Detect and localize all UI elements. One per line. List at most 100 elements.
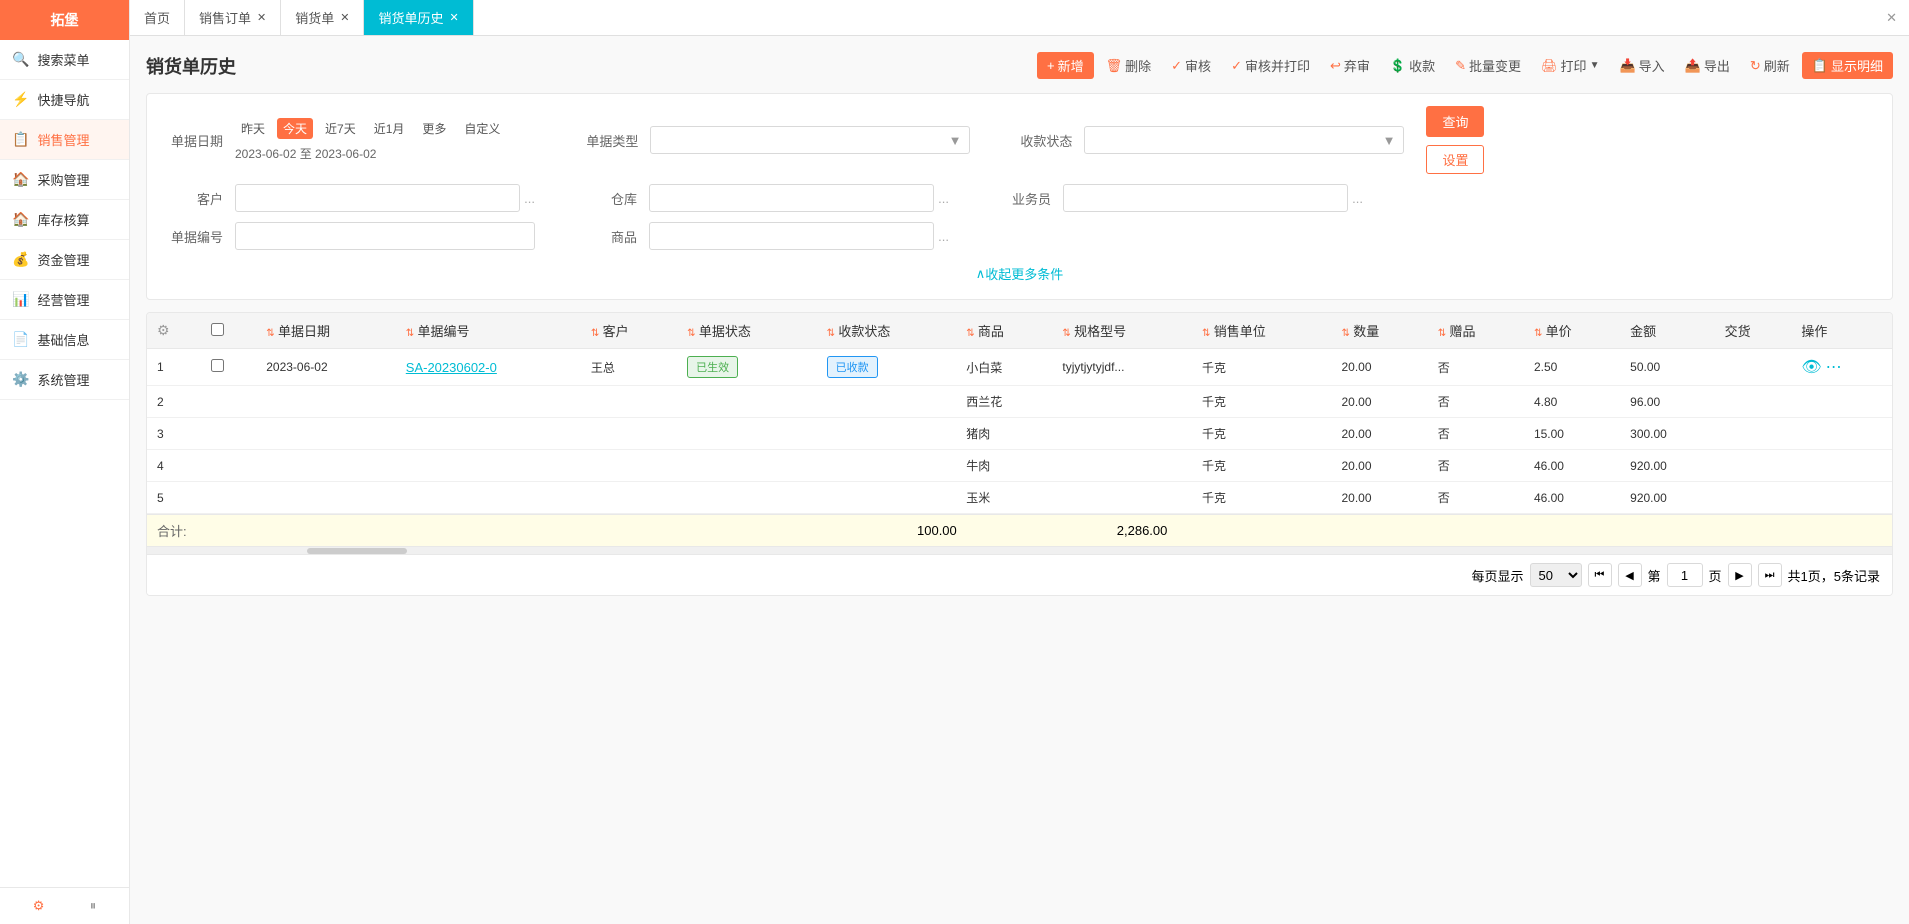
col-action: 操作 bbox=[1791, 313, 1892, 349]
doc-no-input[interactable] bbox=[235, 222, 535, 250]
next-page-btn[interactable]: ▶ bbox=[1728, 563, 1752, 587]
doc-type-select[interactable]: ▼ bbox=[650, 126, 970, 154]
abandon-button[interactable]: ↩ 弃审 bbox=[1322, 52, 1378, 79]
doc-no-label: 单据编号 bbox=[163, 227, 223, 246]
tab-home[interactable]: 首页 bbox=[130, 0, 185, 35]
shortcut-yesterday[interactable]: 昨天 bbox=[235, 118, 271, 139]
col-goods[interactable]: ⇅ 商品 bbox=[956, 313, 1052, 349]
setting-button[interactable]: 设置 bbox=[1426, 145, 1484, 174]
col-qty[interactable]: ⇅ 数量 bbox=[1332, 313, 1428, 349]
collect-status-badge: 已收款 bbox=[827, 356, 878, 378]
sidebar-item-operations[interactable]: 📊 经营管理 bbox=[0, 280, 129, 320]
col-date[interactable]: ⇅ 单据日期 bbox=[256, 313, 396, 349]
col-gear: ⚙ bbox=[147, 313, 201, 349]
cell-collect-status bbox=[817, 386, 957, 418]
delete-icon: 🗑 bbox=[1106, 58, 1123, 74]
edit-action[interactable]: ⋯ bbox=[1826, 357, 1842, 377]
import-button[interactable]: 📥 导入 bbox=[1611, 52, 1672, 79]
col-price[interactable]: ⇅ 单价 bbox=[1524, 313, 1620, 349]
sidebar-item-inventory[interactable]: 🏠 库存核算 bbox=[0, 200, 129, 240]
batch-change-button[interactable]: ✎ 批量变更 bbox=[1447, 52, 1529, 79]
collect-button[interactable]: 💲 收款 bbox=[1382, 52, 1443, 79]
tab-sales-goods[interactable]: 销货单 ✕ bbox=[281, 0, 364, 35]
tab-sales-history[interactable]: 销货单历史 ✕ bbox=[364, 0, 473, 35]
shortcut-1month[interactable]: 近1月 bbox=[368, 118, 411, 139]
sidebar-item-sys-mgmt[interactable]: ⚙️ 系统管理 bbox=[0, 360, 129, 400]
last-page-btn[interactable]: ⏭ bbox=[1758, 563, 1782, 587]
tab-sales-history-close[interactable]: ✕ bbox=[450, 11, 459, 24]
filter-row-3: 单据编号 商品 ... bbox=[163, 222, 1876, 250]
sidebar-item-basic-info[interactable]: 📄 基础信息 bbox=[0, 320, 129, 360]
col-doc-status[interactable]: ⇅ 单据状态 bbox=[677, 313, 817, 349]
show-details-button[interactable]: 📋 显示明细 bbox=[1802, 52, 1893, 79]
row-checkbox[interactable] bbox=[211, 359, 224, 372]
shortcut-today[interactable]: 今天 bbox=[277, 118, 313, 139]
tab-sales-order-close[interactable]: ✕ bbox=[257, 11, 266, 24]
refresh-button[interactable]: ↻ 刷新 bbox=[1742, 52, 1798, 79]
cell-check bbox=[201, 450, 256, 482]
sales-person-dots[interactable]: ... bbox=[1352, 191, 1363, 206]
sidebar: 拓堡 🔍 搜索菜单 ⚡ 快捷导航 📋 销售管理 🏠 采购管理 🏠 库存核算 💰 … bbox=[0, 0, 130, 924]
per-page-select[interactable]: 50 100 200 bbox=[1530, 563, 1582, 587]
col-gift[interactable]: ⇅ 赠品 bbox=[1428, 313, 1524, 349]
export-button[interactable]: 📤 导出 bbox=[1677, 52, 1738, 79]
prev-page-btn[interactable]: ◀ bbox=[1618, 563, 1642, 587]
sidebar-item-purchase-mgmt[interactable]: 🏠 采购管理 bbox=[0, 160, 129, 200]
col-customer[interactable]: ⇅ 客户 bbox=[581, 313, 677, 349]
tab-bar: 首页 销售订单 ✕ 销货单 ✕ 销货单历史 ✕ ✕ bbox=[130, 0, 1909, 36]
export-label: 导出 bbox=[1704, 56, 1730, 75]
goods-input[interactable] bbox=[649, 222, 934, 250]
sales-person-input[interactable] bbox=[1063, 184, 1348, 212]
print-button[interactable]: 🖨 打印 ▼ bbox=[1533, 52, 1607, 79]
basic-info-icon: 📄 bbox=[12, 331, 29, 348]
sidebar-footer-settings[interactable]: ⚙ bbox=[33, 898, 45, 914]
shortcut-more[interactable]: 更多 bbox=[416, 118, 452, 139]
col-unit[interactable]: ⇅ 销售单位 bbox=[1192, 313, 1332, 349]
query-button[interactable]: 查询 bbox=[1426, 106, 1484, 137]
collect-status-select[interactable]: ▼ bbox=[1084, 126, 1404, 154]
tab-close-all[interactable]: ✕ bbox=[1874, 10, 1909, 26]
shortcut-7days[interactable]: 近7天 bbox=[319, 118, 362, 139]
col-spec[interactable]: ⇅ 规格型号 bbox=[1052, 313, 1192, 349]
new-button[interactable]: + 新增 bbox=[1037, 52, 1094, 79]
audit-print-button[interactable]: ✓ 审核并打印 bbox=[1223, 52, 1318, 79]
collapse-button[interactable]: ∧ 收起更多条件 bbox=[972, 260, 1068, 287]
sidebar-item-quick-nav[interactable]: ⚡ 快捷导航 bbox=[0, 80, 129, 120]
export-icon: 📤 bbox=[1685, 58, 1701, 74]
table-settings-icon[interactable]: ⚙ bbox=[157, 322, 170, 338]
col-no[interactable]: ⇅ 单据编号 bbox=[396, 313, 581, 349]
col-collect-status[interactable]: ⇅ 收款状态 bbox=[817, 313, 957, 349]
sidebar-item-sales-mgmt[interactable]: 📋 销售管理 bbox=[0, 120, 129, 160]
tab-sales-order[interactable]: 销售订单 ✕ bbox=[185, 0, 281, 35]
table-header-row: ⚙ ⇅ 单据日期 ⇅ 单据编号 bbox=[147, 313, 1892, 349]
cell-spec bbox=[1052, 482, 1192, 514]
sidebar-item-finance[interactable]: 💰 资金管理 bbox=[0, 240, 129, 280]
cell-row-no: 5 bbox=[147, 482, 201, 514]
delete-button[interactable]: 🗑 删除 bbox=[1098, 52, 1160, 79]
doc-no-link[interactable]: SA-20230602-0 bbox=[406, 360, 497, 375]
tab-sales-goods-close[interactable]: ✕ bbox=[340, 11, 349, 24]
cell-customer bbox=[581, 418, 677, 450]
cell-amount: 96.00 bbox=[1620, 386, 1714, 418]
current-page-input[interactable]: 1 bbox=[1667, 563, 1703, 587]
warehouse-input[interactable] bbox=[649, 184, 934, 212]
first-page-btn[interactable]: ⏮ bbox=[1588, 563, 1612, 587]
sidebar-item-label: 库存核算 bbox=[37, 210, 89, 229]
sidebar-item-search-menu[interactable]: 🔍 搜索菜单 bbox=[0, 40, 129, 80]
sidebar-footer-collapse[interactable]: ⏸ bbox=[90, 898, 97, 914]
sales-person-label: 业务员 bbox=[991, 189, 1051, 208]
collect-status-dropdown-icon: ▼ bbox=[1383, 133, 1396, 148]
sidebar-item-label: 搜索菜单 bbox=[37, 50, 89, 69]
customer-dots[interactable]: ... bbox=[524, 191, 535, 206]
customer-input[interactable] bbox=[235, 184, 520, 212]
horizontal-scrollbar[interactable] bbox=[147, 546, 1892, 554]
view-action[interactable]: 👁 bbox=[1801, 357, 1821, 377]
scrollbar-thumb[interactable] bbox=[307, 548, 407, 554]
audit-button[interactable]: ✓ 审核 bbox=[1163, 52, 1219, 79]
cell-unit: 千克 bbox=[1192, 386, 1332, 418]
sidebar-item-label: 基础信息 bbox=[37, 330, 89, 349]
goods-dots[interactable]: ... bbox=[938, 229, 949, 244]
select-all-checkbox[interactable] bbox=[211, 323, 224, 336]
shortcut-custom[interactable]: 自定义 bbox=[458, 118, 506, 139]
warehouse-dots[interactable]: ... bbox=[938, 191, 949, 206]
